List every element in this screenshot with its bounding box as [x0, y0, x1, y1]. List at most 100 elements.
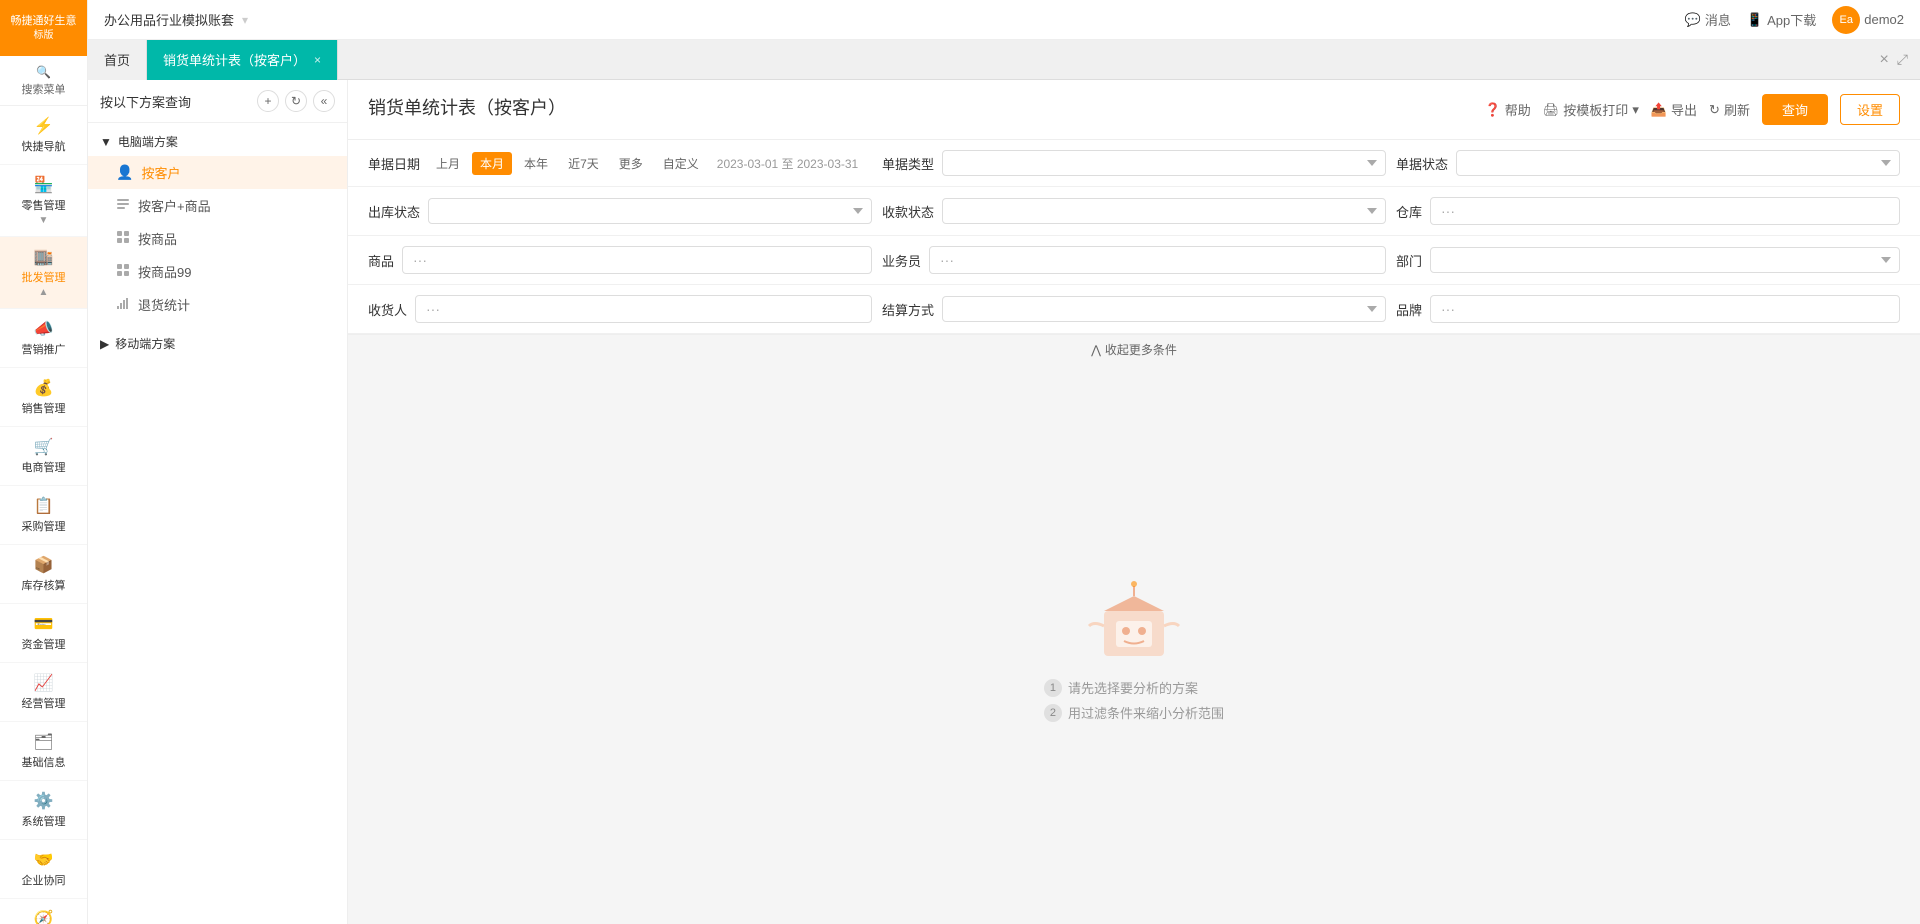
app-download-btn[interactable]: 📱 App下载 [1747, 10, 1816, 29]
date-filter-cell: 单据日期 上月 本月 本年 近7天 更多 自定义 2023-03-01 至 20… [368, 152, 872, 175]
order-type-control [942, 150, 1386, 176]
collapse-bar[interactable]: ⋀ 收起更多条件 [348, 334, 1920, 364]
payment-status-select[interactable] [942, 198, 1386, 224]
app-logo: 畅捷通好生意标版 [0, 0, 88, 56]
recipient-label: 收货人 [368, 300, 407, 319]
export-label: 导出 [1671, 100, 1697, 119]
help-btn[interactable]: ❓ 帮助 [1485, 100, 1531, 119]
date-tab-custom[interactable]: 自定义 [655, 152, 707, 175]
refresh-small-icon: ↻ [291, 94, 301, 108]
print-arrow: ▾ [1632, 102, 1639, 118]
date-tab-7days[interactable]: 近7天 [560, 152, 607, 175]
sidebar-item-guide[interactable]: 🧭 新手引导 [0, 899, 87, 924]
hint-num-1: 1 [1044, 679, 1062, 697]
marketing-icon: 📣 [34, 319, 54, 339]
brand-box[interactable]: ··· [1430, 295, 1900, 323]
sidebar-item-ecommerce[interactable]: 🛒 电商管理 [0, 427, 87, 486]
sidebar-search[interactable]: 🔍 搜索菜单 [0, 56, 87, 106]
tab-bar: 首页 销货单统计表（按客户） × × ⤢ [88, 40, 1920, 80]
retail-label: 零售管理 [22, 197, 66, 213]
finance-label: 资金管理 [22, 636, 66, 652]
sidebar-shortcut[interactable]: ⚡ 快捷导航 [0, 106, 87, 165]
salesperson-dots: ··· [940, 252, 954, 268]
messages-btn[interactable]: 💬 消息 [1685, 10, 1731, 29]
scheme-add-btn[interactable]: + [257, 90, 279, 112]
date-tab-this-year[interactable]: 本年 [516, 152, 556, 175]
breadcrumb-arrow: ▾ [242, 13, 248, 27]
sidebar-item-sales[interactable]: 💰 销售管理 [0, 368, 87, 427]
payment-status-label: 收款状态 [882, 202, 934, 221]
scheme-by-goods[interactable]: 按商品 [88, 222, 347, 255]
add-icon: + [264, 94, 271, 108]
order-status-cell: 单据状态 [1396, 150, 1900, 176]
scheme-customer-icon: 👤 [116, 164, 133, 181]
user-menu[interactable]: Ea demo2 [1832, 6, 1904, 34]
settlement-label: 结算方式 [882, 300, 934, 319]
scheme-collapse-btn[interactable]: « [313, 90, 335, 112]
out-status-select[interactable] [428, 198, 872, 224]
filter-row-4: 收货人 ··· 结算方式 [368, 295, 1900, 323]
refresh-btn[interactable]: ↻ 刷新 [1709, 100, 1750, 119]
window-maximize-icon[interactable]: ⤢ [1897, 51, 1908, 68]
settings-button[interactable]: 设置 [1840, 94, 1900, 125]
scheme-refresh-btn[interactable]: ↻ [285, 90, 307, 112]
order-type-label: 单据类型 [882, 154, 934, 173]
sidebar-item-operations[interactable]: 📈 经营管理 [0, 663, 87, 722]
salesperson-box[interactable]: ··· [929, 246, 1386, 274]
order-status-select[interactable] [1456, 150, 1900, 176]
scheme-by-goods99[interactable]: 按商品99 [88, 255, 347, 288]
export-btn[interactable]: 📤 导出 [1651, 100, 1697, 119]
date-tab-more[interactable]: 更多 [611, 152, 651, 175]
sidebar-item-retail[interactable]: 🏪 零售管理 ▼ [0, 165, 87, 237]
sidebar-item-enterprise[interactable]: 🤝 企业协同 [0, 840, 87, 899]
page-title-bar: 销货单统计表（按客户） ❓ 帮助 🖨 按模板打印 ▾ 📤 导出 [348, 80, 1920, 140]
goods-box[interactable]: ··· [402, 246, 872, 274]
sales-icon: 💰 [34, 378, 54, 398]
wholesale-arrow: ▲ [39, 287, 49, 298]
sidebar-item-purchase[interactable]: 📋 采购管理 [0, 486, 87, 545]
page-body: 按以下方案查询 + ↻ « ▼ 电脑端方案 [88, 80, 1920, 924]
sidebar-item-basics[interactable]: 🗂 基础信息 [0, 722, 87, 781]
date-tab-last-month[interactable]: 上月 [428, 152, 468, 175]
scheme-customer-label: 按客户 [141, 163, 180, 182]
desktop-group-header[interactable]: ▼ 电脑端方案 [88, 127, 347, 156]
order-type-select[interactable] [942, 150, 1386, 176]
scheme-return-icon [116, 296, 130, 313]
hint-num-2: 2 [1044, 704, 1062, 722]
sidebar-item-marketing[interactable]: 📣 营销推广 [0, 309, 87, 368]
query-button[interactable]: 查询 [1762, 94, 1828, 125]
wholesale-icon: 🏬 [34, 247, 54, 267]
tab-home[interactable]: 首页 [88, 40, 147, 80]
date-tab-this-month[interactable]: 本月 [472, 152, 512, 175]
scheme-by-customer[interactable]: 👤 按客户 [88, 156, 347, 189]
ecommerce-icon: 🛒 [34, 437, 54, 457]
print-btn[interactable]: 🖨 按模板打印 ▾ [1543, 100, 1639, 119]
purchase-icon: 📋 [34, 496, 54, 516]
scheme-by-customer-goods[interactable]: 按客户+商品 [88, 189, 347, 222]
mobile-group-header[interactable]: ▶ 移动端方案 [88, 329, 347, 358]
settlement-select[interactable] [942, 296, 1386, 322]
collapse-up-icon: ⋀ [1091, 343, 1101, 357]
sidebar-item-wholesale[interactable]: 🏬 批发管理 ▲ [0, 237, 87, 309]
window-close-icon[interactable]: × [1879, 51, 1888, 69]
date-tabs: 上月 本月 本年 近7天 更多 自定义 [428, 152, 707, 175]
payment-status-cell: 收款状态 [882, 198, 1386, 224]
department-select[interactable] [1430, 247, 1900, 273]
warehouse-box[interactable]: ··· [1430, 197, 1900, 225]
main-content: 办公用品行业模拟账套 ▾ 💬 消息 📱 App下载 Ea demo2 首页 销货… [88, 0, 1920, 924]
filter-section-3: 商品 ··· 业务员 ··· [348, 236, 1920, 285]
out-status-control [428, 198, 872, 224]
salesperson-cell: 业务员 ··· [882, 246, 1386, 274]
messages-label: 消息 [1705, 10, 1731, 29]
recipient-box[interactable]: ··· [415, 295, 872, 323]
order-type-cell: 单据类型 [882, 150, 1386, 176]
marketing-label: 营销推广 [22, 341, 66, 357]
sidebar-item-inventory[interactable]: 📦 库存核算 [0, 545, 87, 604]
tab-close-btn[interactable]: × [314, 53, 321, 67]
scheme-return-stats[interactable]: 退货统计 [88, 288, 347, 321]
sidebar-item-finance[interactable]: 💳 资金管理 [0, 604, 87, 663]
tab-active[interactable]: 销货单统计表（按客户） × [147, 40, 338, 80]
breadcrumb: 办公用品行业模拟账套 [104, 10, 234, 29]
brand-dots: ··· [1441, 301, 1455, 317]
sidebar-item-system[interactable]: ⚙️ 系统管理 [0, 781, 87, 840]
